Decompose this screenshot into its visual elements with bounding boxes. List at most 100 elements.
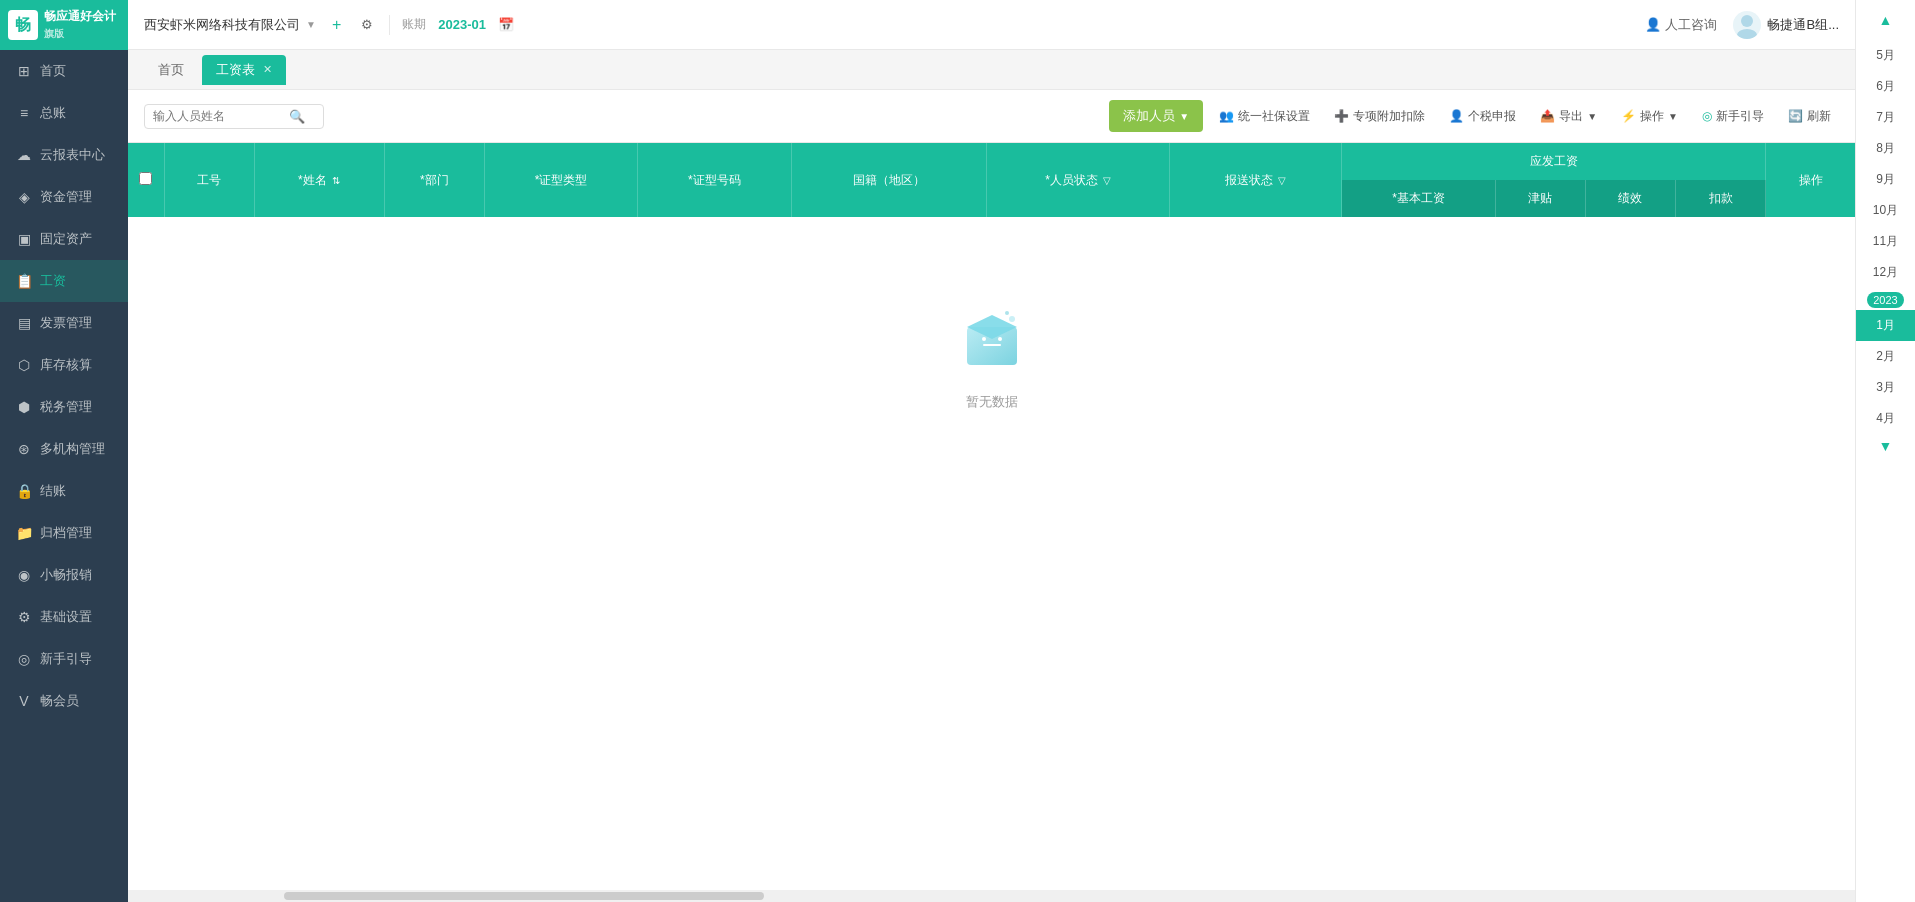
export-icon: 📤	[1540, 109, 1555, 123]
app-logo: 畅 畅应通好会计 旗版	[0, 0, 128, 50]
add-person-button[interactable]: 添加人员 ▼	[1109, 100, 1203, 132]
add-btn-arrow-icon: ▼	[1179, 111, 1189, 122]
table-body: 暂无数据	[128, 217, 1855, 491]
tab-close-icon[interactable]: ✕	[263, 63, 272, 76]
th-report-status[interactable]: 报送状态 ▽	[1170, 143, 1342, 217]
logo-text-wrap: 畅应通好会计 旗版	[44, 9, 116, 41]
date-item-5[interactable]: 5月	[1856, 40, 1915, 71]
date-item-9[interactable]: 9月	[1856, 164, 1915, 195]
company-dropdown-icon: ▼	[306, 19, 316, 30]
scroll-thumb[interactable]	[284, 892, 764, 900]
th-deduction: 扣款	[1676, 180, 1766, 217]
sidebar-item-asset-label: 固定资产	[40, 230, 92, 248]
toolbar: 🔍 添加人员 ▼ 👥 统一社保设置 ➕ 专项附加扣除 👤 个税申报 📤 导出 ▼…	[128, 90, 1855, 143]
add-btn-label: 添加人员	[1123, 107, 1175, 125]
tab-salary-label: 工资表	[216, 61, 255, 79]
th-allowance: 津贴	[1495, 180, 1585, 217]
add-company-button[interactable]: +	[328, 12, 345, 38]
operation-button[interactable]: ⚡ 操作 ▼	[1613, 103, 1686, 130]
refresh-button[interactable]: 🔄 刷新	[1780, 103, 1839, 130]
tax-report-button[interactable]: 👤 个税申报	[1441, 103, 1524, 130]
date-item-4[interactable]: 4月	[1856, 403, 1915, 434]
settings-icon: ⚙	[16, 609, 32, 625]
sidebar-item-report[interactable]: ☁ 云报表中心	[0, 134, 128, 176]
help-button[interactable]: 👤 人工咨询	[1645, 16, 1717, 34]
sidebar-item-inventory[interactable]: ⬡ 库存核算	[0, 344, 128, 386]
sidebar-item-expense[interactable]: ◉ 小畅报销	[0, 554, 128, 596]
social-settings-button[interactable]: 👥 统一社保设置	[1211, 103, 1318, 130]
sidebar-item-invoice[interactable]: ▤ 发票管理	[0, 302, 128, 344]
date-item-11[interactable]: 11月	[1856, 226, 1915, 257]
date-panel-down-button[interactable]: ▼	[1875, 434, 1897, 458]
tabs-bar: 首页 工资表 ✕	[128, 50, 1855, 90]
sidebar-item-inventory-label: 库存核算	[40, 356, 92, 374]
sidebar-item-home[interactable]: ⊞ 首页	[0, 50, 128, 92]
main-content: 西安虾米网络科技有限公司 ▼ + ⚙ 账期 2023-01 📅 👤 人工咨询 畅…	[128, 0, 1855, 902]
salary-table: 工号 *姓名 ⇅ *部门 *证型类型 *证型号码	[128, 143, 1855, 491]
search-input[interactable]	[153, 109, 283, 123]
sidebar-item-ledger[interactable]: ≡ 总账	[0, 92, 128, 134]
help-icon: 👤	[1645, 17, 1661, 32]
scroll-area	[128, 890, 1855, 902]
date-item-1[interactable]: 1月	[1856, 310, 1915, 341]
deduct-label: 专项附加扣除	[1353, 108, 1425, 125]
th-status[interactable]: *人员状态 ▽	[987, 143, 1170, 217]
sidebar-item-salary[interactable]: 📋 工资	[0, 260, 128, 302]
sidebar-item-asset[interactable]: ▣ 固定资产	[0, 218, 128, 260]
date-item-7[interactable]: 7月	[1856, 102, 1915, 133]
date-panel-up-button[interactable]: ▲	[1875, 8, 1897, 32]
sidebar-item-settings[interactable]: ⚙ 基础设置	[0, 596, 128, 638]
tab-home-label: 首页	[158, 61, 184, 79]
th-name[interactable]: *姓名 ⇅	[254, 143, 384, 217]
sidebar-item-guide[interactable]: ◎ 新手引导	[0, 638, 128, 680]
export-button[interactable]: 📤 导出 ▼	[1532, 103, 1605, 130]
date-item-6[interactable]: 6月	[1856, 71, 1915, 102]
sidebar-item-guide-label: 新手引导	[40, 650, 92, 668]
company-selector[interactable]: 西安虾米网络科技有限公司 ▼	[144, 16, 316, 34]
report-icon: ☁	[16, 147, 32, 163]
sidebar-item-tax[interactable]: ⬢ 税务管理	[0, 386, 128, 428]
svg-point-1	[1737, 29, 1757, 39]
sidebar-item-home-label: 首页	[40, 62, 66, 80]
table-header-row1: 工号 *姓名 ⇅ *部门 *证型类型 *证型号码	[128, 143, 1855, 180]
operation-label: 操作	[1640, 108, 1664, 125]
sidebar-item-close[interactable]: 🔒 结账	[0, 470, 128, 512]
th-checkbox	[128, 143, 164, 217]
date-item-3[interactable]: 3月	[1856, 372, 1915, 403]
ledger-icon: ≡	[16, 105, 32, 121]
tab-home[interactable]: 首页	[144, 55, 198, 85]
date-item-10[interactable]: 10月	[1856, 195, 1915, 226]
sidebar-item-member-label: 畅会员	[40, 692, 79, 710]
sidebar-item-multi[interactable]: ⊛ 多机构管理	[0, 428, 128, 470]
status-filter-icon: ▽	[1103, 175, 1111, 186]
user-info[interactable]: 畅捷通B组...	[1733, 11, 1839, 39]
calendar-icon[interactable]: 📅	[498, 17, 514, 32]
topbar-right: 👤 人工咨询 畅捷通B组...	[1645, 11, 1839, 39]
settings-button[interactable]: ⚙	[357, 13, 377, 36]
date-item-2[interactable]: 2月	[1856, 341, 1915, 372]
empty-icon	[952, 297, 1032, 377]
th-base-salary: *基本工资	[1342, 180, 1495, 217]
sidebar-item-archive[interactable]: 📁 归档管理	[0, 512, 128, 554]
deduct-button[interactable]: ➕ 专项附加扣除	[1326, 103, 1433, 130]
date-item-12[interactable]: 12月	[1856, 257, 1915, 288]
logo-icon: 畅	[8, 10, 38, 40]
sidebar-item-fund[interactable]: ◈ 资金管理	[0, 176, 128, 218]
th-cert-type: *证型类型	[485, 143, 638, 217]
th-cert-no: *证型号码	[638, 143, 791, 217]
tab-salary-table[interactable]: 工资表 ✕	[202, 55, 286, 85]
sidebar-item-invoice-label: 发票管理	[40, 314, 92, 332]
empty-state: 暂无数据	[128, 217, 1855, 491]
sidebar-item-member[interactable]: V 畅会员	[0, 680, 128, 722]
fund-icon: ◈	[16, 189, 32, 205]
sidebar-item-ledger-label: 总账	[40, 104, 66, 122]
svg-point-8	[1005, 311, 1009, 315]
th-nation: 国籍（地区）	[791, 143, 987, 217]
period-label: 账期	[402, 16, 426, 33]
operation-arrow-icon: ▼	[1668, 111, 1678, 122]
date-item-8[interactable]: 8月	[1856, 133, 1915, 164]
new-guide-button[interactable]: ◎ 新手引导	[1694, 103, 1772, 130]
sidebar-item-fund-label: 资金管理	[40, 188, 92, 206]
select-all-checkbox[interactable]	[139, 172, 152, 185]
multi-icon: ⊛	[16, 441, 32, 457]
